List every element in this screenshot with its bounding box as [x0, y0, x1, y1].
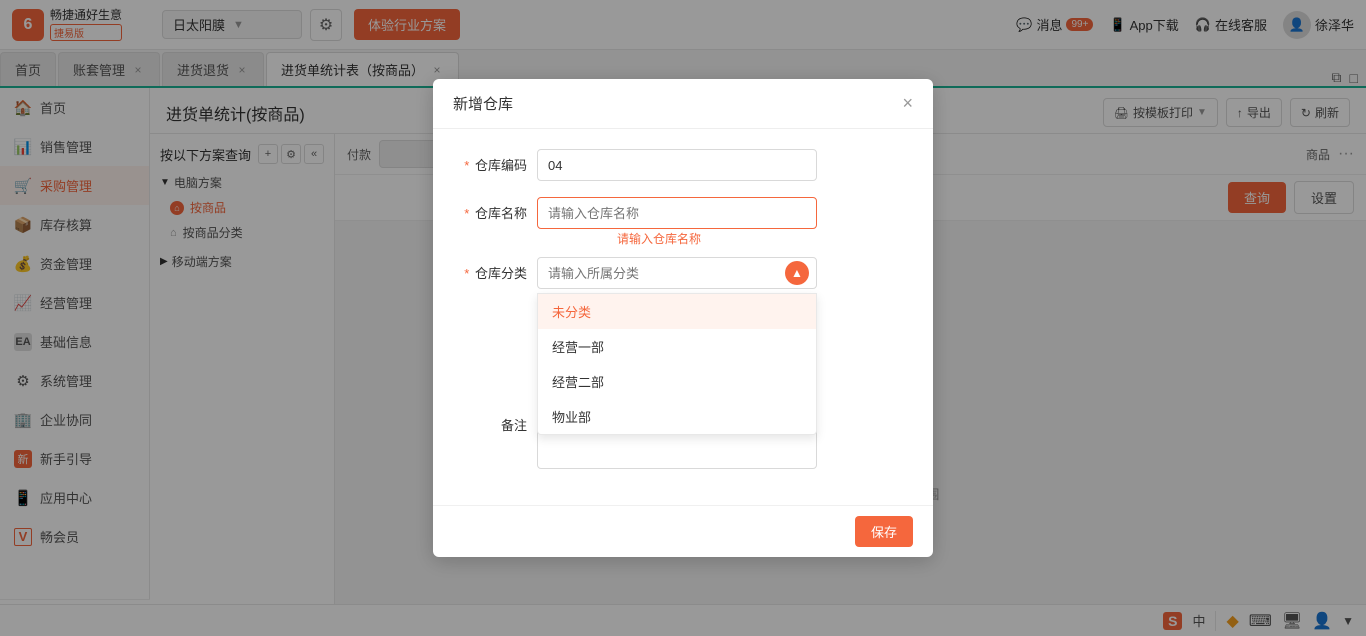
category-dropdown: ▲ 未分类 经营一部 经营二部 物业部	[537, 257, 817, 289]
form-row-name: * 仓库名称 请输入仓库名称	[457, 197, 909, 229]
dropdown-item-property[interactable]: 物业部	[538, 399, 816, 434]
warehouse-name-wrapper: 请输入仓库名称	[537, 197, 817, 229]
category-dropdown-input[interactable]	[537, 257, 817, 289]
form-row-category: * 仓库分类 ▲ 未分类 经营一部 经营二部 物业部	[457, 257, 909, 289]
dropdown-item-ops2[interactable]: 经营二部	[538, 364, 816, 399]
required-star-category: *	[464, 266, 469, 281]
new-warehouse-modal: 新增仓库 × * 仓库编码 * 仓库名称 请输入仓库名称	[433, 79, 933, 557]
category-dropdown-toggle[interactable]: ▲	[785, 261, 809, 285]
dropdown-item-unclassified[interactable]: 未分类	[538, 294, 816, 329]
remark-label: 备注	[457, 409, 537, 434]
modal-save-btn[interactable]: 保存	[855, 516, 913, 547]
modal-header: 新增仓库 ×	[433, 79, 933, 129]
warehouse-code-input[interactable]	[537, 149, 817, 181]
warehouse-name-label: * 仓库名称	[457, 197, 537, 222]
required-star-name: *	[464, 206, 469, 221]
dropdown-item-ops1[interactable]: 经营一部	[538, 329, 816, 364]
modal-footer: 保存	[433, 505, 933, 557]
modal-title: 新增仓库	[453, 93, 513, 114]
warehouse-name-error: 请输入仓库名称	[617, 230, 701, 247]
form-row-code: * 仓库编码	[457, 149, 909, 181]
modal-close-btn[interactable]: ×	[902, 93, 913, 114]
warehouse-code-label: * 仓库编码	[457, 149, 537, 174]
modal-body: * 仓库编码 * 仓库名称 请输入仓库名称 *	[433, 129, 933, 505]
category-dropdown-list: 未分类 经营一部 经营二部 物业部	[537, 293, 817, 435]
warehouse-name-input[interactable]	[537, 197, 817, 229]
warehouse-category-label: * 仓库分类	[457, 257, 537, 282]
modal-overlay[interactable]: 新增仓库 × * 仓库编码 * 仓库名称 请输入仓库名称	[0, 0, 1366, 636]
chevron-up-icon: ▲	[791, 266, 803, 280]
required-star-code: *	[464, 158, 469, 173]
